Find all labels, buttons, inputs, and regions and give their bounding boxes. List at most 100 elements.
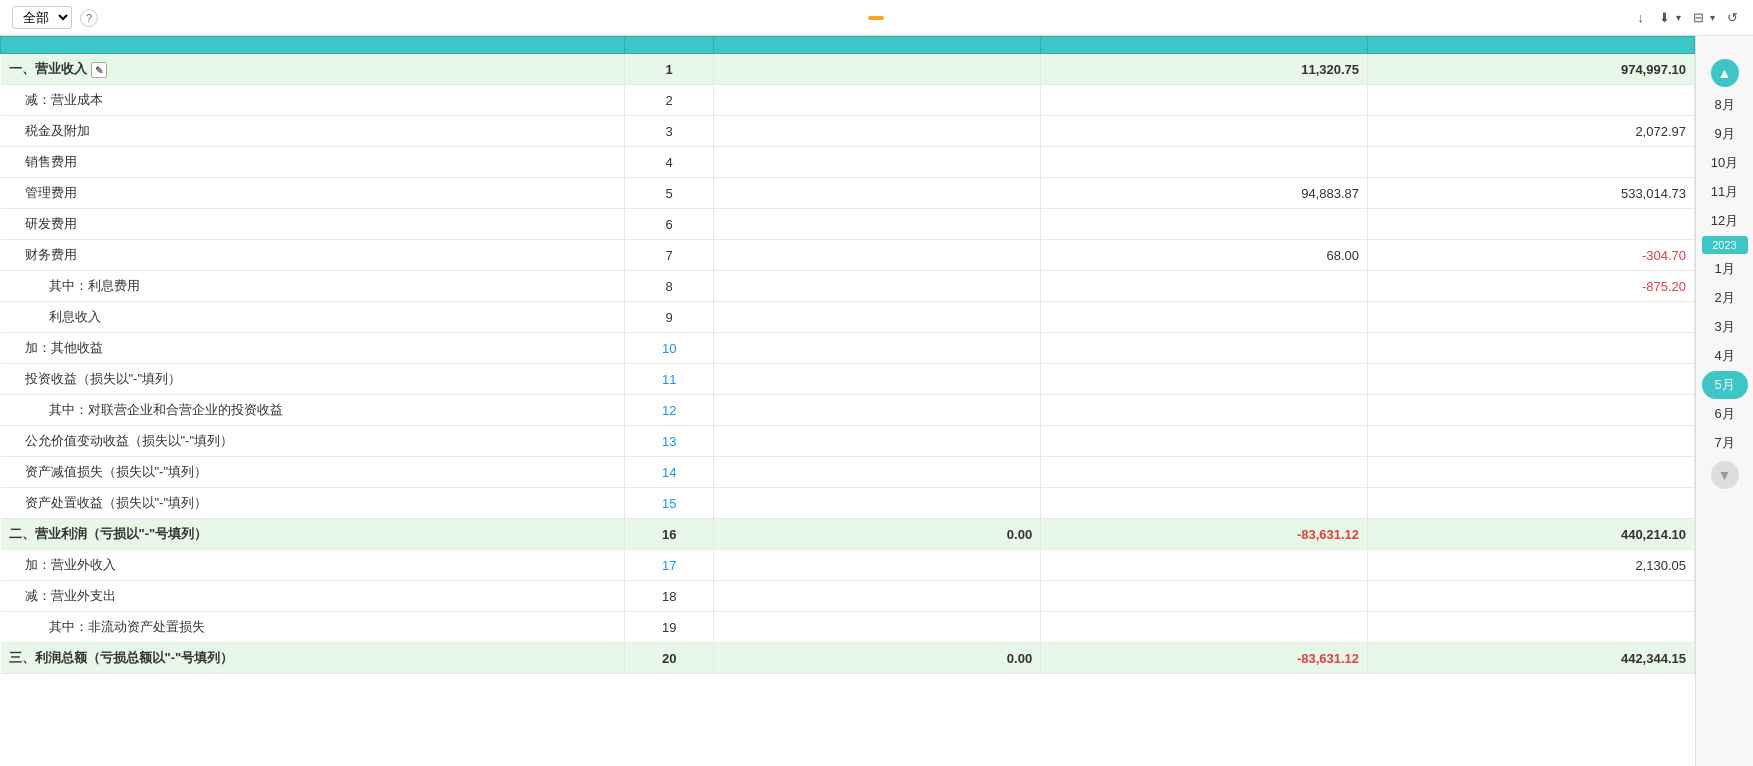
table-cell-prev	[1368, 85, 1695, 116]
table-cell-ytd	[1041, 395, 1368, 426]
table-row: 三、利润总额（亏损总额以"-"号填列）200.00-83,631.12442,3…	[1, 643, 1695, 674]
sidebar-month-item[interactable]: 4月	[1702, 342, 1748, 370]
table-row: 一、营业收入✎111,320.75974,997.10	[1, 54, 1695, 85]
table-row: 研发费用6	[1, 209, 1695, 240]
table-row: 二、营业利润（亏损以"-"号填列）160.00-83,631.12440,214…	[1, 519, 1695, 550]
print-button[interactable]: ⊟ ▾	[1693, 10, 1715, 25]
table-cell-prev: -875.20	[1368, 271, 1695, 302]
table-cell-item: 公允价值变动收益（损失以"-"填列）	[25, 433, 234, 448]
table-cell-row: 3	[625, 116, 714, 147]
table-row: 利息收入9	[1, 302, 1695, 333]
table-cell-month	[714, 550, 1041, 581]
table-cell-row: 10	[625, 333, 714, 364]
main-layout: 一、营业收入✎111,320.75974,997.10减：营业成本2税金及附加3…	[0, 36, 1753, 766]
table-cell-month	[714, 488, 1041, 519]
help-icon[interactable]: ?	[80, 9, 98, 27]
table-cell-month	[714, 457, 1041, 488]
sidebar-month-item[interactable]: 11月	[1702, 178, 1748, 206]
top-bar-left: 全部 ?	[12, 6, 98, 29]
report-table: 一、营业收入✎111,320.75974,997.10减：营业成本2税金及附加3…	[0, 36, 1695, 674]
back-icon: ↓	[1638, 10, 1645, 25]
table-cell-month	[714, 85, 1041, 116]
status-badge[interactable]	[868, 16, 884, 20]
table-cell-row: 12	[625, 395, 714, 426]
download-icon: ⬇	[1659, 10, 1670, 25]
table-cell-prev	[1368, 426, 1695, 457]
table-cell-prev	[1368, 488, 1695, 519]
sidebar-month-item[interactable]: 1月	[1702, 255, 1748, 283]
table-cell-item: 销售费用	[25, 154, 77, 169]
table-cell-month	[714, 209, 1041, 240]
top-bar-right: ↓ ⬇ ▾ ⊟ ▾ ↺	[1638, 10, 1742, 25]
table-cell-month	[714, 395, 1041, 426]
sidebar-month-item[interactable]: 9月	[1702, 120, 1748, 148]
col-header-row	[625, 37, 714, 54]
sidebar-month-item[interactable]: 7月	[1702, 429, 1748, 457]
table-cell-month	[714, 271, 1041, 302]
table-area: 一、营业收入✎111,320.75974,997.10减：营业成本2税金及附加3…	[0, 36, 1695, 766]
sidebar-month-item[interactable]: 10月	[1702, 149, 1748, 177]
table-row: 管理费用594,883.87533,014.73	[1, 178, 1695, 209]
sidebar-month-item[interactable]: 3月	[1702, 313, 1748, 341]
table-cell-prev	[1368, 457, 1695, 488]
table-cell-row: 16	[625, 519, 714, 550]
sidebar-month-item[interactable]: 2023	[1702, 236, 1748, 254]
table-row: 加：其他收益10	[1, 333, 1695, 364]
table-cell-item: 研发费用	[25, 216, 77, 231]
scope-dropdown[interactable]: 全部	[12, 6, 72, 29]
table-cell-month	[714, 612, 1041, 643]
table-cell-ytd	[1041, 581, 1368, 612]
sidebar-month-item[interactable]: 6月	[1702, 400, 1748, 428]
table-cell-row: 11	[625, 364, 714, 395]
table-cell-row: 2	[625, 85, 714, 116]
table-cell-prev	[1368, 581, 1695, 612]
table-row: 投资收益（损失以"-"填列）11	[1, 364, 1695, 395]
table-cell-month	[714, 116, 1041, 147]
table-cell-prev	[1368, 364, 1695, 395]
table-cell-row: 7	[625, 240, 714, 271]
table-row: 减：营业外支出18	[1, 581, 1695, 612]
table-cell-row: 19	[625, 612, 714, 643]
table-cell-month	[714, 54, 1041, 85]
table-cell-ytd	[1041, 612, 1368, 643]
sidebar-month-item[interactable]: 8月	[1702, 91, 1748, 119]
table-cell-item: 减：营业外支出	[25, 588, 116, 603]
sidebar-down-button[interactable]: ▼	[1711, 461, 1739, 489]
table-cell-prev: 2,130.05	[1368, 550, 1695, 581]
table-cell-row: 1	[625, 54, 714, 85]
col-header-item	[1, 37, 625, 54]
right-sidebar: ▲ 8月9月10月11月12月20231月2月3月4月5月6月7月 ▼	[1695, 36, 1753, 766]
table-cell-row: 15	[625, 488, 714, 519]
table-cell-prev	[1368, 209, 1695, 240]
refresh-button[interactable]: ↺	[1727, 10, 1741, 25]
table-cell-ytd: 94,883.87	[1041, 178, 1368, 209]
sidebar-month-item[interactable]: 12月	[1702, 207, 1748, 235]
table-cell-row: 17	[625, 550, 714, 581]
table-row: 其中：非流动资产处置损失19	[1, 612, 1695, 643]
table-row: 其中：利息费用8-875.20	[1, 271, 1695, 302]
table-cell-item: 资产处置收益（损失以"-"填列）	[25, 495, 208, 510]
sidebar-up-button[interactable]: ▲	[1711, 59, 1739, 87]
table-row: 税金及附加32,072.97	[1, 116, 1695, 147]
table-cell-row: 5	[625, 178, 714, 209]
table-cell-ytd: 68.00	[1041, 240, 1368, 271]
print-icon: ⊟	[1693, 10, 1704, 25]
table-cell-item: 二、营业利润（亏损以"-"号填列）	[9, 526, 208, 541]
table-cell-item: 税金及附加	[25, 123, 90, 138]
col-header-month	[714, 37, 1041, 54]
sidebar-month-item[interactable]: 5月	[1702, 371, 1748, 399]
back-button[interactable]: ↓	[1638, 10, 1648, 25]
table-cell-item: 财务费用	[25, 247, 77, 262]
edit-icon[interactable]: ✎	[91, 62, 107, 78]
table-cell-row: 14	[625, 457, 714, 488]
table-cell-ytd	[1041, 550, 1368, 581]
table-cell-month	[714, 302, 1041, 333]
table-cell-ytd	[1041, 271, 1368, 302]
table-cell-month: 0.00	[714, 643, 1041, 674]
download-button[interactable]: ⬇ ▾	[1659, 10, 1681, 25]
table-cell-month	[714, 333, 1041, 364]
table-row: 财务费用768.00-304.70	[1, 240, 1695, 271]
table-cell-prev	[1368, 395, 1695, 426]
table-cell-ytd	[1041, 364, 1368, 395]
sidebar-month-item[interactable]: 2月	[1702, 284, 1748, 312]
